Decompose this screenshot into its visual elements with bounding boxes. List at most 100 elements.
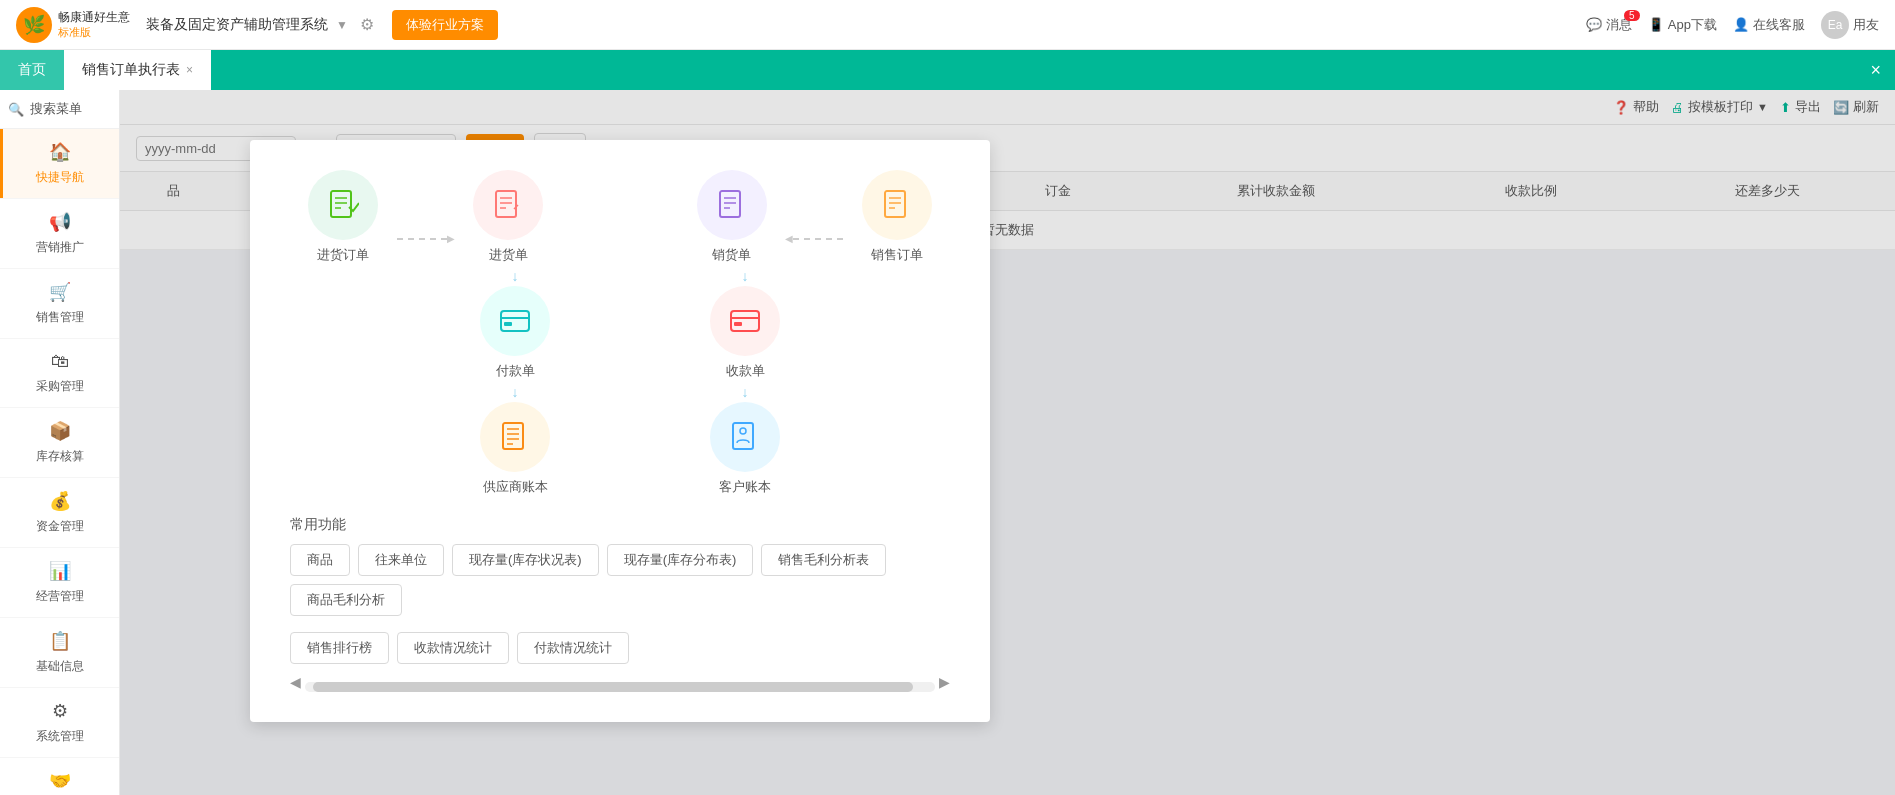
common-title: 常用功能 bbox=[290, 516, 950, 534]
svg-rect-8 bbox=[720, 191, 740, 217]
sidebar-label-system: 系统管理 bbox=[36, 728, 84, 745]
active-indicator bbox=[0, 129, 3, 198]
sidebar-item-purchase[interactable]: 🛍 采购管理 bbox=[0, 339, 119, 408]
purchase-label: 进货单 bbox=[489, 246, 528, 264]
tab-close-icon[interactable]: × bbox=[186, 63, 193, 77]
func-btns: 商品往来单位现存量(库存状况表)现存量(库存分布表)销售毛利分析表商品毛利分析销… bbox=[290, 544, 950, 664]
func-btn[interactable]: 商品 bbox=[290, 544, 350, 576]
payment-circle bbox=[480, 286, 550, 356]
flow-node-sale-order[interactable]: 销售订单 bbox=[843, 170, 950, 264]
online-service-label: 在线客服 bbox=[1753, 16, 1805, 34]
sidebar-item-inventory[interactable]: 📦 库存核算 bbox=[0, 408, 119, 478]
message-button[interactable]: 💬 消息 5 bbox=[1586, 16, 1632, 34]
home-icon: 🏠 bbox=[49, 141, 71, 163]
flow-node-sale[interactable]: 销货单 bbox=[678, 170, 785, 264]
app-download-button[interactable]: 📱 App下载 bbox=[1648, 16, 1717, 34]
receipt-circle bbox=[710, 286, 780, 356]
top-header: 🌿 畅康通好生意 标准版 装备及固定资产辅助管理系统 ▼ ⚙ 体验行业方案 💬 … bbox=[0, 0, 1895, 50]
sidebar-label-marketing: 营销推广 bbox=[36, 239, 84, 256]
svg-rect-16 bbox=[501, 311, 529, 331]
dropdown-arrow-icon[interactable]: ▼ bbox=[336, 18, 348, 32]
purchase-icon: 🛍 bbox=[51, 351, 69, 372]
nav-tabs: 首页 销售订单执行表 × × bbox=[0, 50, 1895, 90]
online-service-button[interactable]: 👤 在线客服 bbox=[1733, 16, 1805, 34]
main-layout: 🔍 搜索菜单 🏠 快捷导航 📢 营销推广 🛒 销售管理 🛍 采购管理 📦 库存核… bbox=[0, 90, 1895, 795]
common-functions: 常用功能 商品往来单位现存量(库存状况表)现存量(库存分布表)销售毛利分析表商品… bbox=[290, 516, 950, 664]
sidebar-item-finance[interactable]: 💰 资金管理 bbox=[0, 478, 119, 548]
sale-circle bbox=[697, 170, 767, 240]
sale-label: 销货单 bbox=[712, 246, 751, 264]
popup-scrollbar-thumb bbox=[313, 682, 913, 692]
logo-text: 畅康通好生意 标准版 bbox=[58, 10, 130, 40]
scroll-right-icon[interactable]: ▶ bbox=[939, 674, 950, 690]
svg-rect-22 bbox=[503, 423, 523, 449]
sidebar-item-basic[interactable]: 📋 基础信息 bbox=[0, 618, 119, 688]
search-icon: 🔍 bbox=[8, 102, 24, 117]
sidebar-item-operation[interactable]: 📊 经营管理 bbox=[0, 548, 119, 618]
func-btn[interactable]: 销售排行榜 bbox=[290, 632, 389, 664]
func-btn[interactable]: 销售毛利分析表 bbox=[761, 544, 886, 576]
sidebar-item-home[interactable]: 🏠 快捷导航 bbox=[0, 129, 119, 199]
popup-box: 进货订单 ▶ 进货单 bbox=[250, 140, 990, 722]
user-name: 用友 bbox=[1853, 16, 1879, 34]
system-title: 装备及固定资产辅助管理系统 bbox=[146, 16, 328, 34]
payment-label: 付款单 bbox=[496, 362, 535, 380]
sidebar-item-sales[interactable]: 🛒 销售管理 bbox=[0, 269, 119, 339]
close-all-button[interactable]: × bbox=[1856, 60, 1895, 81]
logo-line1: 畅康通好生意 bbox=[58, 10, 130, 26]
svg-rect-21 bbox=[734, 322, 742, 326]
sales-icon: 🛒 bbox=[49, 281, 71, 303]
svg-rect-18 bbox=[504, 322, 512, 326]
service-icon: 👤 bbox=[1733, 17, 1749, 32]
func-btn[interactable]: 现存量(库存状况表) bbox=[452, 544, 599, 576]
sidebar-label-purchase: 采购管理 bbox=[36, 378, 84, 395]
sidebar-item-collab[interactable]: 🤝 企业协同 bbox=[0, 758, 119, 795]
sidebar-item-marketing[interactable]: 📢 营销推广 bbox=[0, 199, 119, 269]
flow-node-purchase[interactable]: 进货单 bbox=[455, 170, 562, 264]
gear-icon[interactable]: ⚙ bbox=[360, 15, 374, 34]
scroll-left-icon[interactable]: ◀ bbox=[290, 674, 301, 690]
logo-line2: 标准版 bbox=[58, 25, 130, 39]
svg-rect-19 bbox=[731, 311, 759, 331]
func-btn[interactable]: 往来单位 bbox=[358, 544, 444, 576]
logo-area: 🌿 畅康通好生意 标准版 bbox=[16, 7, 136, 43]
logo-icon: 🌿 bbox=[16, 7, 52, 43]
search-menu-button[interactable]: 🔍 搜索菜单 bbox=[0, 90, 119, 129]
func-btn[interactable]: 收款情况统计 bbox=[397, 632, 509, 664]
popup-scrollbar[interactable] bbox=[305, 682, 935, 692]
func-btn[interactable]: 商品毛利分析 bbox=[290, 584, 402, 616]
sidebar-item-system[interactable]: ⚙ 系统管理 bbox=[0, 688, 119, 758]
user-area[interactable]: Ea 用友 bbox=[1821, 11, 1879, 39]
svg-rect-12 bbox=[885, 191, 905, 217]
sidebar-label-inventory: 库存核算 bbox=[36, 448, 84, 465]
message-badge: 5 bbox=[1624, 10, 1640, 21]
finance-icon: 💰 bbox=[49, 490, 71, 512]
active-tab-label: 销售订单执行表 bbox=[82, 61, 180, 79]
func-btn[interactable]: 现存量(库存分布表) bbox=[607, 544, 754, 576]
search-menu-label: 搜索菜单 bbox=[30, 100, 82, 118]
phone-icon: 📱 bbox=[1648, 17, 1664, 32]
flow-node-purchase-order[interactable]: 进货订单 bbox=[290, 170, 397, 264]
supplier-account-circle bbox=[480, 402, 550, 472]
sidebar: 🔍 搜索菜单 🏠 快捷导航 📢 营销推广 🛒 销售管理 🛍 采购管理 📦 库存核… bbox=[0, 90, 120, 795]
home-tab-label: 首页 bbox=[18, 61, 46, 79]
sidebar-label-finance: 资金管理 bbox=[36, 518, 84, 535]
inventory-icon: 📦 bbox=[49, 420, 71, 442]
sidebar-label-sales: 销售管理 bbox=[36, 309, 84, 326]
system-icon: ⚙ bbox=[52, 700, 68, 722]
svg-rect-0 bbox=[331, 191, 351, 217]
tab-active[interactable]: 销售订单执行表 × bbox=[64, 50, 211, 90]
content-area: ❓ 帮助 🖨 按模板打印 ▼ ⬆ 导出 🔄 刷新 📅 单据状态 bbox=[120, 90, 1895, 795]
try-button[interactable]: 体验行业方案 bbox=[392, 10, 498, 40]
message-icon: 💬 bbox=[1586, 17, 1602, 32]
supplier-account-label: 供应商账本 bbox=[483, 478, 548, 496]
svg-rect-4 bbox=[496, 191, 516, 217]
func-btn[interactable]: 付款情况统计 bbox=[517, 632, 629, 664]
sidebar-label-basic: 基础信息 bbox=[36, 658, 84, 675]
purchase-circle bbox=[473, 170, 543, 240]
sidebar-label-operation: 经营管理 bbox=[36, 588, 84, 605]
sale-order-label: 销售订单 bbox=[871, 246, 923, 264]
tab-home[interactable]: 首页 bbox=[0, 50, 64, 90]
popup-scroll-wrap: ◀ ▶ bbox=[290, 672, 950, 692]
avatar: Ea bbox=[1821, 11, 1849, 39]
